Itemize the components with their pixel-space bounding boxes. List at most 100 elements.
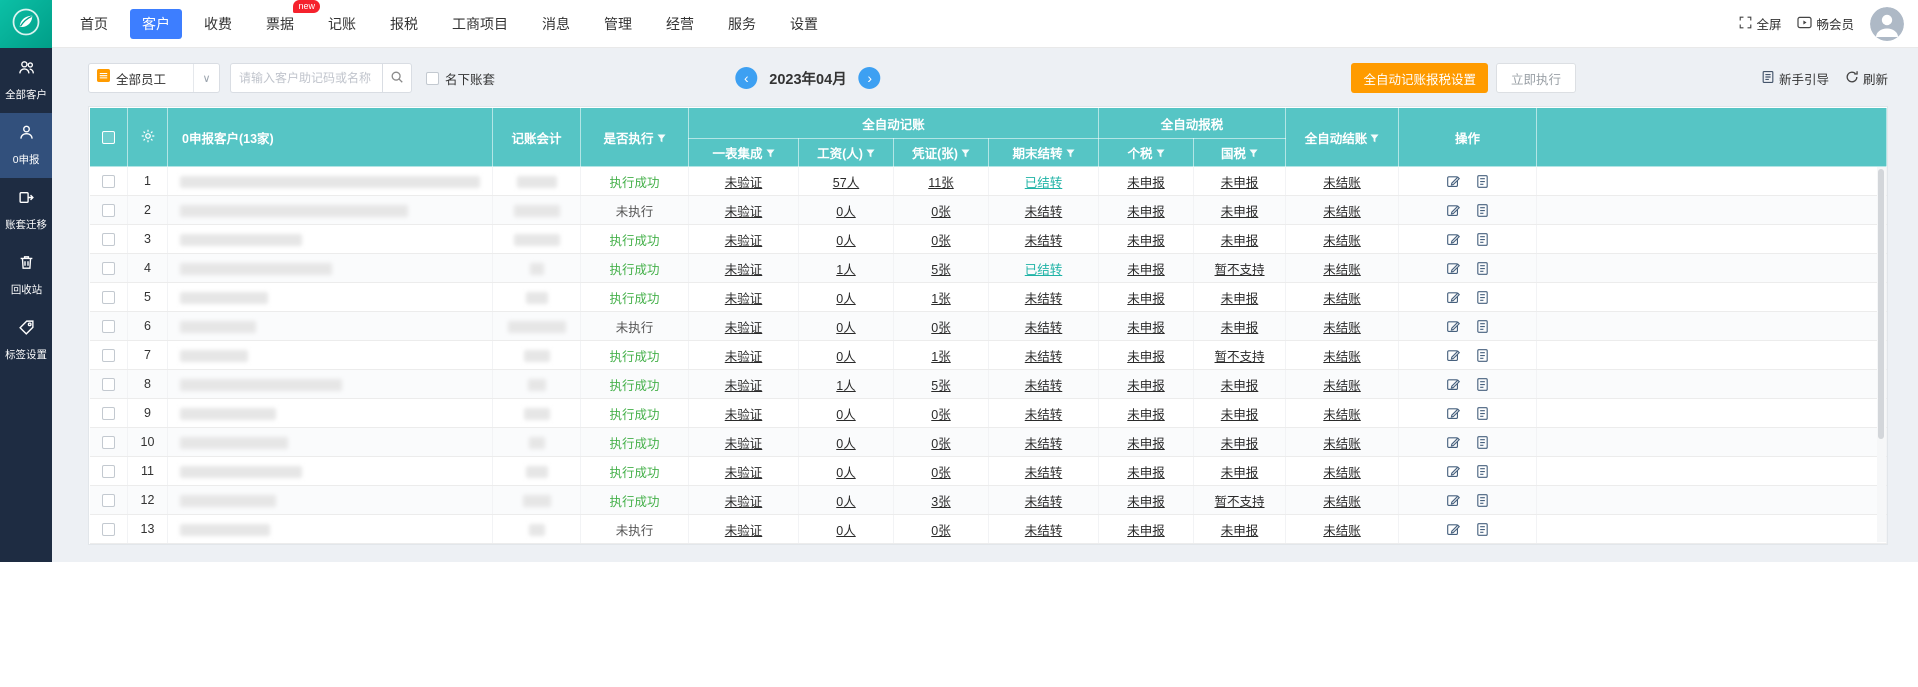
salary-link[interactable]: 0人: [836, 466, 855, 480]
national-tax-link[interactable]: 未申报: [1221, 408, 1259, 422]
report-icon[interactable]: [1475, 377, 1490, 392]
auto-settings-button[interactable]: 全自动记账报税设置: [1351, 63, 1488, 93]
personal-tax-link[interactable]: 未申报: [1127, 437, 1165, 451]
voucher-link[interactable]: 5张: [931, 379, 950, 393]
nav-item-记账[interactable]: 记账: [316, 9, 368, 39]
voucher-link[interactable]: 0张: [931, 408, 950, 422]
salary-link[interactable]: 0人: [836, 350, 855, 364]
closing-link[interactable]: 未结账: [1323, 408, 1361, 422]
execute-now-button[interactable]: 立即执行: [1495, 63, 1576, 93]
report-icon[interactable]: [1475, 464, 1490, 479]
sub-column-header-工资(人)[interactable]: 工资(人): [798, 138, 894, 167]
client-name-redacted[interactable]: [180, 291, 268, 304]
refresh-button[interactable]: 刷新: [1845, 69, 1888, 88]
voucher-link[interactable]: 0张: [931, 234, 950, 248]
one-form-link[interactable]: 未验证: [725, 234, 763, 248]
voucher-link[interactable]: 0张: [931, 437, 950, 451]
sub-column-header-国税[interactable]: 国税: [1193, 138, 1287, 167]
nav-item-工商项目[interactable]: 工商项目: [440, 9, 520, 39]
national-tax-link[interactable]: 未申报: [1221, 321, 1259, 335]
carryover-link[interactable]: 已结转: [1025, 263, 1063, 277]
carryover-link[interactable]: 未结转: [1025, 524, 1063, 538]
one-form-link[interactable]: 未验证: [725, 321, 763, 335]
sidebar-item-0申报[interactable]: 0申报: [0, 113, 52, 178]
report-icon[interactable]: [1475, 493, 1490, 508]
row-checkbox[interactable]: [101, 465, 115, 479]
nav-item-票据[interactable]: 票据 new: [254, 0, 320, 39]
search-button[interactable]: [382, 63, 412, 93]
edit-icon[interactable]: [1446, 319, 1461, 334]
carryover-link[interactable]: 未结转: [1025, 350, 1063, 364]
row-checkbox[interactable]: [101, 291, 115, 305]
personal-tax-link[interactable]: 未申报: [1127, 466, 1165, 480]
report-icon[interactable]: [1475, 348, 1490, 363]
filter-icon[interactable]: [1155, 147, 1165, 161]
edit-icon[interactable]: [1446, 377, 1461, 392]
sub-column-header-凭证(张)[interactable]: 凭证(张): [893, 138, 989, 167]
salary-link[interactable]: 57人: [833, 176, 859, 190]
carryover-link[interactable]: 未结转: [1025, 495, 1063, 509]
nav-item-经营[interactable]: 经营: [654, 9, 706, 39]
edit-icon[interactable]: [1446, 435, 1461, 450]
personal-tax-link[interactable]: 未申报: [1127, 321, 1165, 335]
filter-icon[interactable]: [866, 147, 875, 161]
report-icon[interactable]: [1475, 290, 1490, 305]
voucher-link[interactable]: 11张: [928, 176, 953, 190]
fullscreen-button[interactable]: 全屏: [1739, 14, 1781, 33]
voucher-link[interactable]: 1张: [931, 292, 950, 306]
voucher-link[interactable]: 0张: [931, 205, 950, 219]
voucher-link[interactable]: 5张: [931, 263, 950, 277]
carryover-link[interactable]: 未结转: [1025, 437, 1063, 451]
report-icon[interactable]: [1475, 435, 1490, 450]
client-name-redacted[interactable]: [180, 523, 270, 536]
voucher-link[interactable]: 0张: [931, 466, 950, 480]
report-icon[interactable]: [1475, 232, 1490, 247]
one-form-link[interactable]: 未验证: [725, 176, 763, 190]
closing-link[interactable]: 未结账: [1323, 292, 1361, 306]
scrollbar-thumb[interactable]: [1878, 169, 1884, 439]
voucher-link[interactable]: 0张: [931, 321, 950, 335]
sidebar-item-标签设置[interactable]: 标签设置: [0, 308, 52, 373]
one-form-link[interactable]: 未验证: [725, 524, 763, 538]
sub-column-header-个税[interactable]: 个税: [1098, 138, 1195, 167]
row-checkbox[interactable]: [101, 349, 115, 363]
client-name-redacted[interactable]: [180, 436, 288, 449]
one-form-link[interactable]: 未验证: [725, 292, 763, 306]
edit-icon[interactable]: [1446, 406, 1461, 421]
one-form-link[interactable]: 未验证: [725, 379, 763, 393]
gear-icon[interactable]: [141, 129, 155, 146]
nav-item-收费[interactable]: 收费: [192, 9, 244, 39]
edit-icon[interactable]: [1446, 203, 1461, 218]
nav-item-消息[interactable]: 消息: [530, 9, 582, 39]
sidebar-item-回收站[interactable]: 回收站: [0, 243, 52, 308]
national-tax-link[interactable]: 未申报: [1221, 234, 1259, 248]
nav-item-管理[interactable]: 管理: [592, 9, 644, 39]
personal-tax-link[interactable]: 未申报: [1127, 495, 1165, 509]
edit-icon[interactable]: [1446, 522, 1461, 537]
filter-icon[interactable]: [656, 132, 666, 146]
salary-link[interactable]: 0人: [836, 495, 855, 509]
closing-link[interactable]: 未结账: [1323, 437, 1361, 451]
national-tax-link[interactable]: 未申报: [1221, 176, 1259, 190]
row-checkbox[interactable]: [101, 494, 115, 508]
one-form-link[interactable]: 未验证: [725, 263, 763, 277]
row-checkbox[interactable]: [101, 407, 115, 421]
search-input[interactable]: [230, 63, 382, 93]
client-name-redacted[interactable]: [180, 407, 276, 420]
row-checkbox[interactable]: [101, 233, 115, 247]
salary-link[interactable]: 0人: [836, 234, 855, 248]
one-form-link[interactable]: 未验证: [725, 408, 763, 422]
salary-link[interactable]: 0人: [836, 205, 855, 219]
edit-icon[interactable]: [1446, 232, 1461, 247]
personal-tax-link[interactable]: 未申报: [1127, 205, 1165, 219]
closing-link[interactable]: 未结账: [1323, 176, 1361, 190]
client-name-redacted[interactable]: [180, 494, 276, 507]
edit-icon[interactable]: [1446, 174, 1461, 189]
client-name-redacted[interactable]: [180, 349, 248, 362]
sub-column-header-期末结转[interactable]: 期末结转: [987, 138, 1100, 167]
report-icon[interactable]: [1475, 203, 1490, 218]
closing-column-header[interactable]: 全自动结账: [1285, 107, 1400, 167]
report-icon[interactable]: [1475, 319, 1490, 334]
salary-link[interactable]: 0人: [836, 321, 855, 335]
salary-link[interactable]: 0人: [836, 524, 855, 538]
